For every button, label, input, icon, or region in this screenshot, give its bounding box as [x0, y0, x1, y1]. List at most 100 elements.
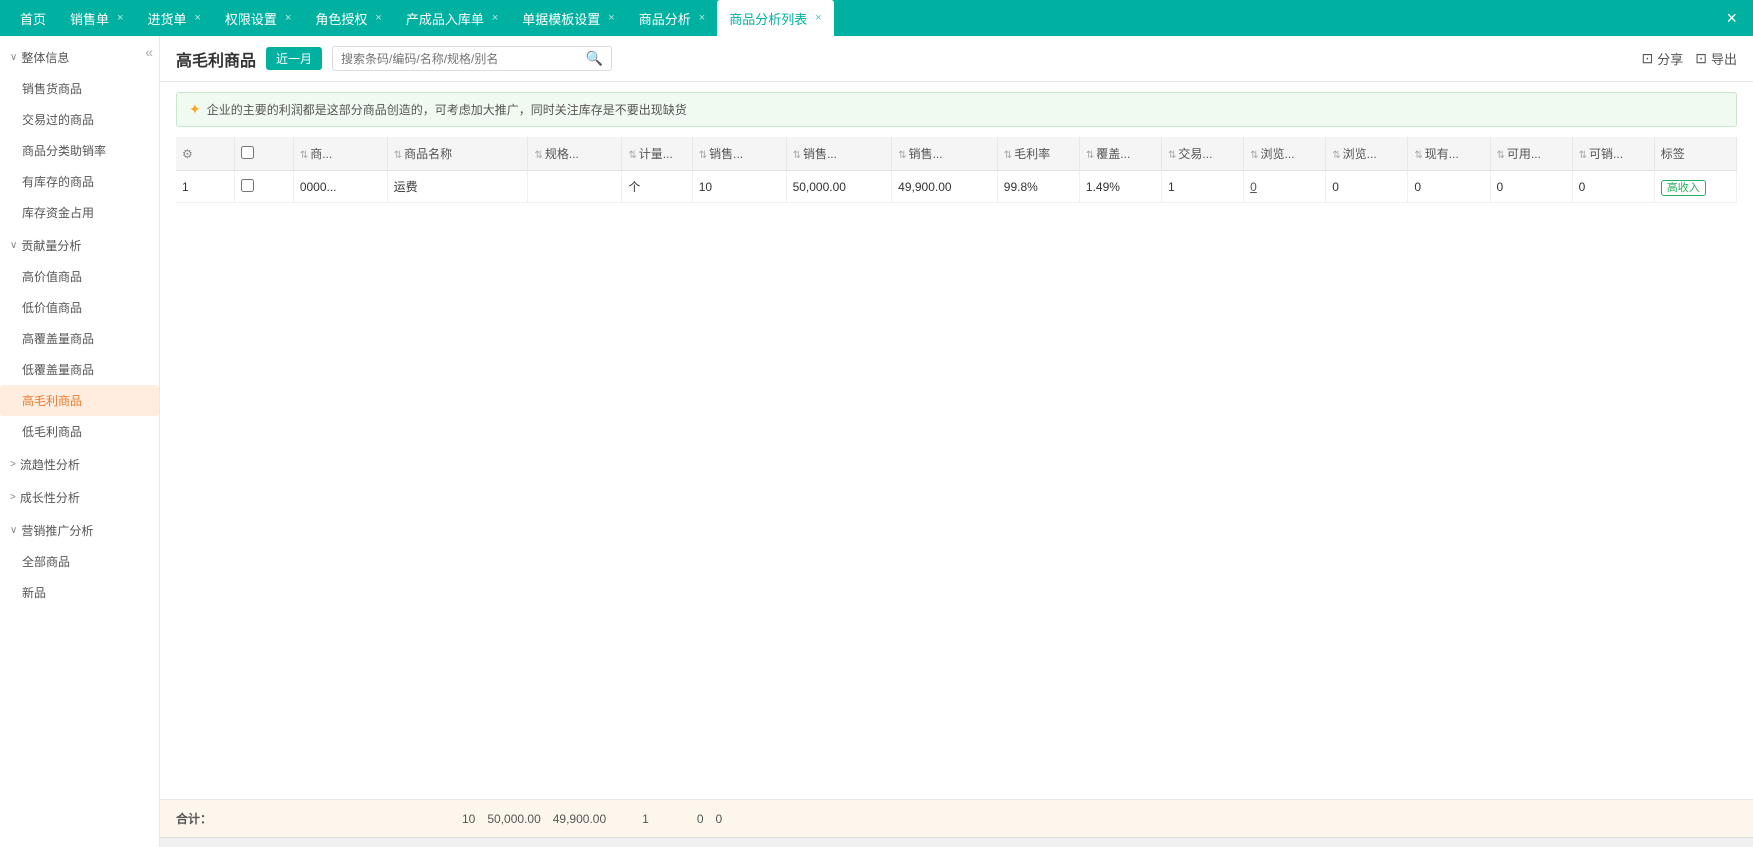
table-column-header[interactable]: ⇅浏览...: [1326, 137, 1408, 171]
expand-arrow-icon: >: [10, 459, 16, 470]
sidebar-group-header[interactable]: ∨贡献量分析: [0, 230, 159, 261]
table-column-header[interactable]: ⇅计量...: [622, 137, 692, 171]
sort-icon: ⇅: [898, 150, 906, 161]
close-all-button[interactable]: ×: [1718, 8, 1745, 29]
footer-cell: [444, 812, 456, 826]
content-area: 高毛利商品 近一月 🔍 ⊡ 分享 ⊡ 导出 ✦ 企业的主要的利润都是这部分商品创…: [160, 36, 1753, 847]
nav-item-进货单[interactable]: 进货单×: [135, 0, 212, 36]
sidebar-item[interactable]: 新品: [0, 577, 159, 608]
nav-item-产成品入库单[interactable]: 产成品入库单×: [394, 0, 510, 36]
footer-cell: 50,000.00: [481, 812, 546, 826]
sort-icon: ⇅: [1497, 150, 1505, 161]
table-column-header[interactable]: ⇅可用...: [1490, 137, 1572, 171]
footer-label: 合计：: [176, 810, 396, 827]
search-box: 🔍: [332, 46, 612, 71]
nav-item-首页[interactable]: 首页: [8, 0, 58, 36]
table-column-header[interactable]: ⇅覆盖...: [1079, 137, 1161, 171]
footer-cell: 1: [636, 812, 655, 826]
table-column-header[interactable]: ⇅商品名称: [387, 137, 528, 171]
table-cell: 1.49%: [1079, 171, 1161, 203]
sidebar-collapse-button[interactable]: «: [145, 44, 153, 60]
nav-close-icon[interactable]: ×: [285, 12, 291, 24]
page-title: 高毛利商品: [176, 47, 256, 71]
footer-cell: [667, 812, 679, 826]
sidebar-item[interactable]: 高价值商品: [0, 261, 159, 292]
search-icon[interactable]: 🔍: [586, 50, 603, 67]
sidebar-item[interactable]: 销售货商品: [0, 73, 159, 104]
sidebar-item[interactable]: 库存资金占用: [0, 197, 159, 228]
select-all-checkbox[interactable]: [241, 146, 254, 159]
info-banner-text: 企业的主要的利润都是这部分商品创造的，可考虑加大推广，同时关注库存是不要出现缺货: [207, 101, 687, 118]
sidebar-group: ∨营销推广分析全部商品新品: [0, 515, 159, 608]
sidebar-group: ∨贡献量分析高价值商品低价值商品高覆盖量商品低覆盖量商品高毛利商品低毛利商品: [0, 230, 159, 447]
nav-item-权限设置[interactable]: 权限设置×: [213, 0, 303, 36]
sidebar-item[interactable]: 高毛利商品: [0, 385, 159, 416]
bottom-scrollbar[interactable]: [160, 837, 1753, 847]
column-label: 现有...: [1425, 147, 1459, 161]
data-table: ⚙⇅商...⇅商品名称⇅规格...⇅计量...⇅销售...⇅销售...⇅销售..…: [176, 137, 1737, 203]
time-filter-button[interactable]: 近一月: [266, 47, 322, 70]
sidebar-item[interactable]: 商品分类助销率: [0, 135, 159, 166]
table-column-header[interactable]: ⇅可销...: [1572, 137, 1654, 171]
table-column-header: [235, 137, 294, 171]
table-column-header[interactable]: ⇅销售...: [786, 137, 892, 171]
nav-item-销售单[interactable]: 销售单×: [58, 0, 135, 36]
footer-cell: 10: [456, 812, 481, 826]
table-cell: 0: [1326, 171, 1408, 203]
sidebar-item[interactable]: 全部商品: [0, 546, 159, 577]
table-column-header[interactable]: ⇅现有...: [1408, 137, 1490, 171]
table-column-header[interactable]: ⇅规格...: [528, 137, 622, 171]
table-cell: 个: [622, 171, 692, 203]
row-checkbox[interactable]: [241, 179, 254, 192]
footer-cell: [432, 812, 444, 826]
sort-icon: ⇅: [1004, 150, 1012, 161]
sidebar-item[interactable]: 交易过的商品: [0, 104, 159, 135]
sidebar-item[interactable]: 有库存的商品: [0, 166, 159, 197]
table-cell: 0: [1408, 171, 1490, 203]
table-cell: 49,900.00: [892, 171, 998, 203]
share-button[interactable]: ⊡ 分享: [1642, 49, 1684, 68]
info-banner: ✦ 企业的主要的利润都是这部分商品创造的，可考虑加大推广，同时关注库存是不要出现…: [176, 92, 1737, 127]
table-column-header: ⚙: [176, 137, 235, 171]
sidebar-group-header[interactable]: >流趋性分析: [0, 449, 159, 480]
nav-close-icon[interactable]: ×: [699, 12, 705, 24]
nav-item-商品分析列表[interactable]: 商品分析列表×: [717, 0, 833, 36]
table-column-header[interactable]: ⇅销售...: [892, 137, 998, 171]
search-input[interactable]: [341, 52, 580, 66]
sort-icon: ⇅: [1332, 150, 1340, 161]
expand-arrow-icon: ∨: [10, 525, 17, 536]
nav-item-角色授权[interactable]: 角色授权×: [303, 0, 393, 36]
nav-close-icon[interactable]: ×: [492, 12, 498, 24]
sidebar-group-header[interactable]: ∨整体信息: [0, 42, 159, 73]
sort-icon: ⇅: [1250, 150, 1258, 161]
sidebar-item[interactable]: 低覆盖量商品: [0, 354, 159, 385]
table-cell: 1: [1162, 171, 1244, 203]
nav-item-商品分析[interactable]: 商品分析×: [627, 0, 717, 36]
nav-close-icon[interactable]: ×: [608, 12, 614, 24]
footer-cell: [408, 812, 420, 826]
table-column-header[interactable]: ⇅浏览...: [1244, 137, 1326, 171]
table-link[interactable]: 0: [1250, 180, 1257, 194]
sidebar-item[interactable]: 低价值商品: [0, 292, 159, 323]
sidebar-item[interactable]: 高覆盖量商品: [0, 323, 159, 354]
nav-close-icon[interactable]: ×: [815, 12, 821, 24]
table-column-header[interactable]: ⇅交易...: [1162, 137, 1244, 171]
sidebar-item[interactable]: 低毛利商品: [0, 416, 159, 447]
expand-arrow-icon: >: [10, 492, 16, 503]
table-column-header[interactable]: ⇅毛利率: [997, 137, 1079, 171]
sort-icon: ⇅: [628, 150, 636, 161]
table-column-header[interactable]: ⇅商...: [293, 137, 387, 171]
table-column-header[interactable]: ⇅销售...: [692, 137, 786, 171]
nav-close-icon[interactable]: ×: [117, 12, 123, 24]
nav-close-icon[interactable]: ×: [194, 12, 200, 24]
export-button[interactable]: ⊡ 导出: [1695, 49, 1737, 68]
table-cell: 0: [1572, 171, 1654, 203]
nav-close-icon[interactable]: ×: [375, 12, 381, 24]
table-cell: 1: [176, 171, 235, 203]
sidebar-group-header[interactable]: >成长性分析: [0, 482, 159, 513]
gear-icon[interactable]: ⚙: [182, 147, 193, 161]
sidebar-group-header[interactable]: ∨营销推广分析: [0, 515, 159, 546]
footer-cell: 49,900.00: [547, 812, 612, 826]
sort-icon: ⇅: [300, 150, 308, 161]
nav-item-单据模板设置[interactable]: 单据模板设置×: [510, 0, 626, 36]
